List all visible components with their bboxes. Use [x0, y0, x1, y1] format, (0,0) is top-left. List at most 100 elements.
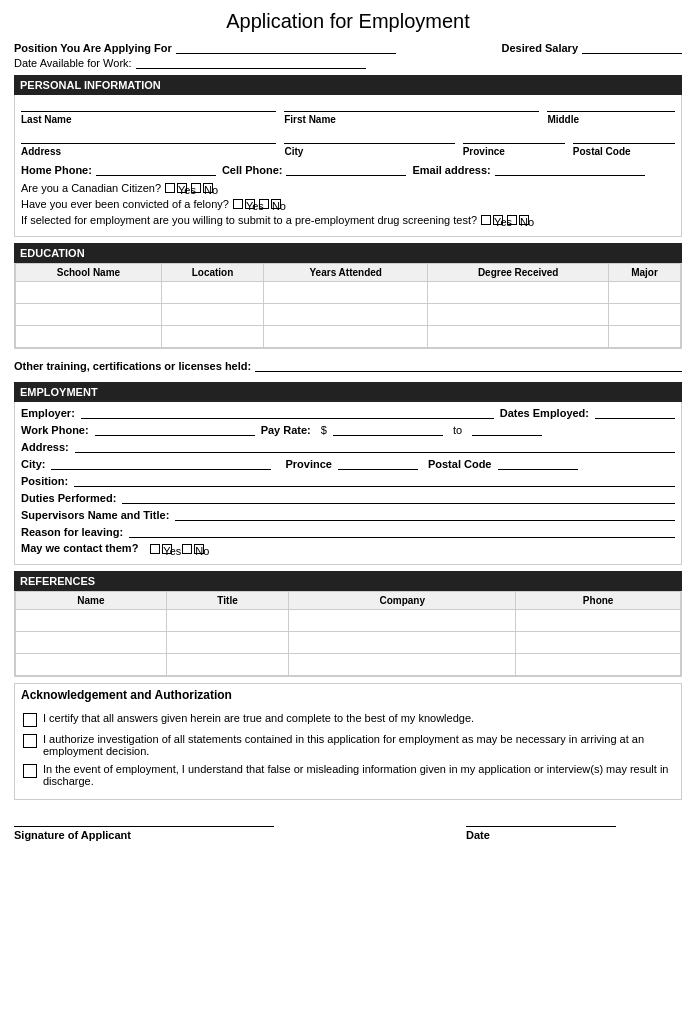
contact-no-box[interactable]	[182, 544, 192, 554]
pay-rate-input[interactable]	[333, 423, 443, 436]
province-label: Province	[463, 146, 565, 157]
dates-employed-input[interactable]	[595, 406, 675, 419]
edu-school-3[interactable]	[16, 326, 162, 348]
edu-degree-1[interactable]	[428, 282, 609, 304]
felony-no-box[interactable]	[259, 199, 269, 209]
middle-name-input[interactable]	[547, 99, 675, 112]
email-input[interactable]	[495, 163, 645, 176]
citizen-yes-label: Yes	[177, 183, 187, 193]
contact-no-checkbox[interactable]: No	[182, 544, 204, 554]
felony-no-checkbox[interactable]: No	[259, 199, 281, 209]
edu-years-3[interactable]	[264, 326, 428, 348]
felony-question: Have you ever been convicted of a felony…	[21, 198, 229, 210]
province-input[interactable]	[463, 131, 565, 144]
ref-company-3[interactable]	[289, 654, 516, 676]
contact-yes-checkbox[interactable]: Yes	[150, 544, 172, 554]
work-phone-input[interactable]	[95, 423, 255, 436]
ref-company-2[interactable]	[289, 632, 516, 654]
edu-location-3[interactable]	[161, 326, 263, 348]
ref-name-1[interactable]	[16, 610, 167, 632]
reason-input[interactable]	[129, 525, 675, 538]
address-input[interactable]	[21, 131, 276, 144]
ack-checkbox-3[interactable]	[23, 764, 37, 778]
education-section: School Name Location Years Attended Degr…	[14, 263, 682, 349]
pay-rate-symbol: $	[321, 424, 327, 436]
edu-degree-2[interactable]	[428, 304, 609, 326]
edu-location-2[interactable]	[161, 304, 263, 326]
edu-years-1[interactable]	[264, 282, 428, 304]
ref-name-2[interactable]	[16, 632, 167, 654]
drug-no-box[interactable]	[507, 215, 517, 225]
emp-city-input[interactable]	[51, 457, 271, 470]
citizen-no-box[interactable]	[191, 183, 201, 193]
edu-degree-3[interactable]	[428, 326, 609, 348]
contact-yes-box[interactable]	[150, 544, 160, 554]
citizen-no-checkbox[interactable]: No	[191, 183, 213, 193]
citizen-yes-checkbox[interactable]: Yes	[165, 183, 187, 193]
home-phone-label: Home Phone:	[21, 164, 92, 176]
home-phone-input[interactable]	[96, 163, 216, 176]
desired-salary-input[interactable]	[582, 41, 682, 54]
cell-phone-input[interactable]	[286, 163, 406, 176]
supervisor-label: Supervisors Name and Title:	[21, 509, 169, 521]
drug-yes-box[interactable]	[481, 215, 491, 225]
emp-province-input[interactable]	[338, 457, 418, 470]
ref-title-2[interactable]	[166, 632, 288, 654]
citizen-yes-box[interactable]	[165, 183, 175, 193]
ack-checkbox-2[interactable]	[23, 734, 37, 748]
felony-yes-checkbox[interactable]: Yes	[233, 199, 255, 209]
ref-phone-2[interactable]	[516, 632, 681, 654]
citizen-no-label: No	[203, 183, 213, 193]
emp-address-label: Address:	[21, 441, 69, 453]
other-training-input[interactable]	[255, 359, 682, 372]
edu-school-1[interactable]	[16, 282, 162, 304]
contact-no-label: No	[194, 544, 204, 554]
ack-section-header: Acknowledgement and Authorization	[14, 683, 682, 706]
ref-name-3[interactable]	[16, 654, 167, 676]
emp-position-input[interactable]	[74, 474, 675, 487]
position-input[interactable]	[176, 41, 396, 54]
supervisor-input[interactable]	[175, 508, 675, 521]
emp-position-label: Position:	[21, 475, 68, 487]
ref-title-3[interactable]	[166, 654, 288, 676]
ack-checkbox-1[interactable]	[23, 713, 37, 727]
date-available-input[interactable]	[136, 56, 366, 69]
drug-no-checkbox[interactable]: No	[507, 215, 529, 225]
middle-label: Middle	[547, 114, 675, 125]
ack-section: I certify that all answers given herein …	[14, 706, 682, 800]
ack-item-2: I authorize investigation of all stateme…	[23, 733, 673, 757]
references-section: Name Title Company Phone	[14, 591, 682, 677]
edu-major-1[interactable]	[609, 282, 681, 304]
work-phone-label: Work Phone:	[21, 424, 89, 436]
edu-major-2[interactable]	[609, 304, 681, 326]
signature-label: Signature of Applicant	[14, 829, 446, 841]
drug-no-label: No	[519, 215, 529, 225]
position-label: Position You Are Applying For	[14, 42, 172, 54]
date-available-label: Date Available for Work:	[14, 57, 132, 69]
edu-years-2[interactable]	[264, 304, 428, 326]
edu-major-3[interactable]	[609, 326, 681, 348]
edu-school-2[interactable]	[16, 304, 162, 326]
ref-title-1[interactable]	[166, 610, 288, 632]
employer-input[interactable]	[81, 406, 494, 419]
ref-phone-3[interactable]	[516, 654, 681, 676]
first-name-input[interactable]	[284, 99, 539, 112]
city-input[interactable]	[284, 131, 454, 144]
emp-postal-input[interactable]	[498, 457, 578, 470]
duties-input[interactable]	[122, 491, 675, 504]
ref-phone-1[interactable]	[516, 610, 681, 632]
emp-address-input[interactable]	[75, 440, 675, 453]
reason-label: Reason for leaving:	[21, 526, 123, 538]
edu-location-1[interactable]	[161, 282, 263, 304]
ack-text-3: In the event of employment, I understand…	[43, 763, 673, 787]
ack-title-text: Acknowledgement and Authorization	[21, 688, 232, 702]
address-label: Address	[21, 146, 276, 157]
drug-yes-checkbox[interactable]: Yes	[481, 215, 503, 225]
felony-yes-box[interactable]	[233, 199, 243, 209]
pay-rate-to-input[interactable]	[472, 423, 542, 436]
postal-code-input[interactable]	[573, 131, 675, 144]
last-name-input[interactable]	[21, 99, 276, 112]
ref-company-1[interactable]	[289, 610, 516, 632]
date-label: Date	[466, 829, 682, 841]
employment-section: Employer: Dates Employed: Work Phone: Pa…	[14, 402, 682, 565]
